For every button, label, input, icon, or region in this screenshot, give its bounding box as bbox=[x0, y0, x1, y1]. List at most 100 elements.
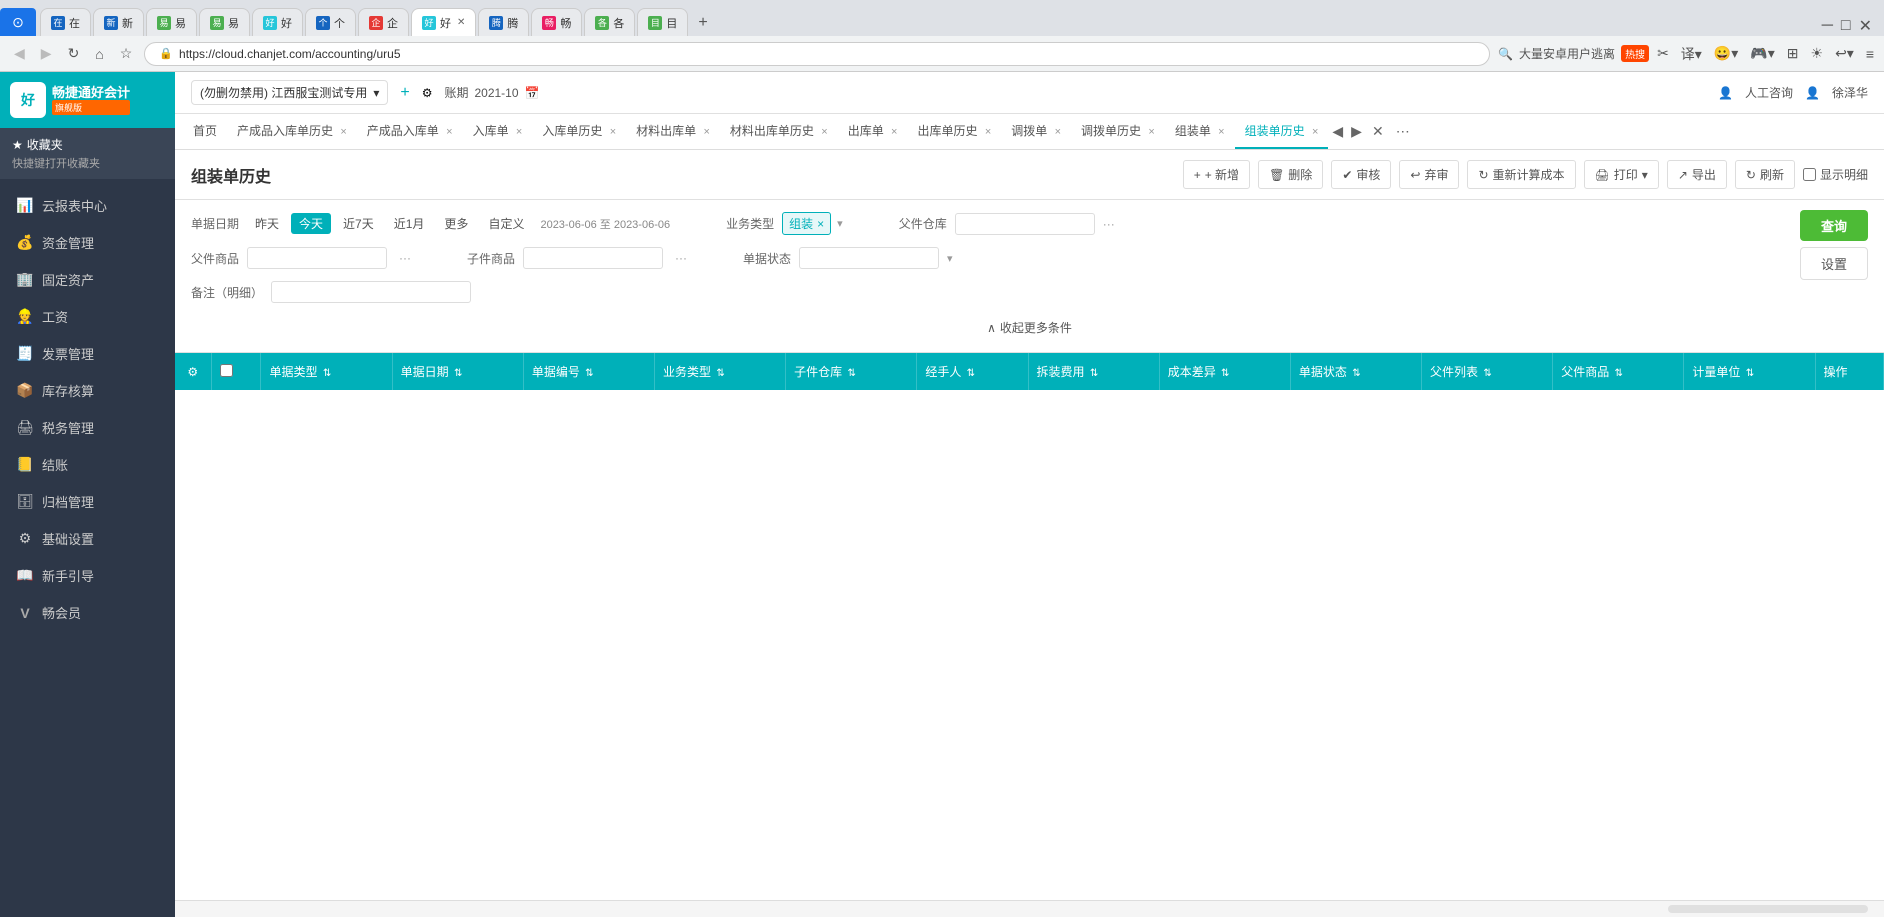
abandon-button[interactable]: ↩ 弃审 bbox=[1399, 160, 1459, 189]
display-detail-checkbox[interactable] bbox=[1803, 168, 1816, 181]
url-box[interactable]: 🔒 https://cloud.chanjet.com/accounting/u… bbox=[144, 42, 1490, 66]
sidebar-item-inventory[interactable]: 📦 库存核算 bbox=[0, 372, 175, 409]
delete-button[interactable]: 🗑 删除 bbox=[1258, 160, 1323, 189]
query-button[interactable]: 查询 bbox=[1800, 210, 1868, 241]
tab-close[interactable]: × bbox=[821, 126, 827, 138]
bill-status-dropdown[interactable]: ▾ bbox=[947, 252, 953, 265]
tab-scroll-right[interactable]: ▶ bbox=[1347, 123, 1366, 140]
tab-10[interactable]: 畅 畅 bbox=[531, 8, 582, 36]
col-unit[interactable]: 计量单位 ⇅ bbox=[1684, 353, 1815, 390]
col-disassembly-fee[interactable]: 拆装费用 ⇅ bbox=[1028, 353, 1159, 390]
tab-close-all[interactable]: ✕ bbox=[1366, 123, 1390, 140]
tab-scroll-left[interactable]: ◀ bbox=[1328, 123, 1347, 140]
select-all-checkbox[interactable] bbox=[220, 364, 233, 377]
menu-icon[interactable]: ≡ bbox=[1866, 46, 1874, 62]
sidebar-item-settings[interactable]: ⚙ 基础设置 bbox=[0, 520, 175, 557]
tab-5[interactable]: 好 好 bbox=[252, 8, 303, 36]
col-cost-diff[interactable]: 成本差异 ⇅ bbox=[1159, 353, 1290, 390]
tab-close[interactable]: × bbox=[1218, 126, 1224, 138]
1month-btn[interactable]: 近1月 bbox=[386, 213, 433, 234]
tab-11[interactable]: 各 各 bbox=[584, 8, 635, 36]
remark-input[interactable] bbox=[271, 281, 471, 303]
col-checkbox[interactable] bbox=[211, 353, 261, 390]
close-window-button[interactable]: ✕ bbox=[1859, 16, 1872, 36]
tab-produce-in[interactable]: 产成品入库单 × bbox=[357, 114, 463, 149]
maximize-button[interactable]: □ bbox=[1841, 17, 1851, 35]
parent-warehouse-more-icon[interactable]: ··· bbox=[1103, 217, 1115, 231]
tab-close[interactable]: × bbox=[610, 126, 616, 138]
tab-close[interactable]: × bbox=[891, 126, 897, 138]
tab-close-8[interactable]: ✕ bbox=[457, 17, 465, 28]
emoji-icon[interactable]: 😀▾ bbox=[1714, 45, 1738, 62]
col-parent-product[interactable]: 父件商品 ⇅ bbox=[1553, 353, 1684, 390]
tab-material-out-history[interactable]: 材料出库单历史 × bbox=[720, 114, 838, 149]
tab-12[interactable]: 目 目 bbox=[637, 8, 688, 36]
company-selector[interactable]: (勿删勿禁用) 江西服宝测试专用 ▾ bbox=[191, 80, 388, 105]
grid-icon[interactable]: ⊞ bbox=[1787, 45, 1799, 62]
col-bill-date[interactable]: 单据日期 ⇅ bbox=[392, 353, 523, 390]
print-button[interactable]: 🖨 打印 ▾ bbox=[1584, 160, 1659, 189]
tab-out-history[interactable]: 出库单历史 × bbox=[907, 114, 1001, 149]
col-parent-list[interactable]: 父件列表 ⇅ bbox=[1422, 353, 1553, 390]
custom-btn[interactable]: 自定义 bbox=[480, 213, 532, 234]
game-icon[interactable]: 🎮▾ bbox=[1750, 45, 1774, 62]
tab-close[interactable]: × bbox=[446, 126, 452, 138]
refresh-page-button[interactable]: ↻ 刷新 bbox=[1735, 160, 1795, 189]
child-product-input[interactable] bbox=[523, 247, 663, 269]
tab-assembly[interactable]: 组装单 × bbox=[1165, 114, 1235, 149]
new-button[interactable]: + + 新增 bbox=[1183, 160, 1250, 189]
calendar-icon[interactable]: 📅 bbox=[525, 86, 540, 100]
filter-settings-button[interactable]: 设置 bbox=[1800, 247, 1868, 280]
home-button[interactable]: ⌂ bbox=[91, 44, 107, 64]
tab-close[interactable]: × bbox=[1055, 126, 1061, 138]
add-company-button[interactable]: + bbox=[400, 84, 409, 102]
parent-product-dots[interactable]: ··· bbox=[399, 251, 411, 265]
tab-7[interactable]: 企 企 bbox=[358, 8, 409, 36]
tab-in-history[interactable]: 入库单历史 × bbox=[532, 114, 626, 149]
col-bill-type[interactable]: 单据类型 ⇅ bbox=[261, 353, 392, 390]
sidebar-item-tax[interactable]: 🖨 税务管理 bbox=[0, 409, 175, 446]
7days-btn[interactable]: 近7天 bbox=[335, 213, 382, 234]
col-bill-no[interactable]: 单据编号 ⇅ bbox=[523, 353, 654, 390]
sidebar-item-assets[interactable]: 🏢 固定资产 bbox=[0, 261, 175, 298]
support-label[interactable]: 人工咨询 bbox=[1745, 84, 1793, 101]
tab-material-out[interactable]: 材料出库单 × bbox=[626, 114, 720, 149]
recalc-button[interactable]: ↻ 重新计算成本 bbox=[1467, 160, 1575, 189]
minimize-button[interactable]: ─ bbox=[1822, 17, 1833, 35]
export-button[interactable]: ↗ 导出 bbox=[1667, 160, 1727, 189]
refresh-button[interactable]: ↻ bbox=[64, 43, 84, 64]
tab-settings[interactable]: ⋯ bbox=[1390, 123, 1416, 140]
sidebar-item-reports[interactable]: 📊 云报表中心 bbox=[0, 187, 175, 224]
tab-assembly-history[interactable]: 组装单历史 × bbox=[1235, 114, 1329, 149]
tab-in-order[interactable]: 入库单 × bbox=[463, 114, 533, 149]
tab-4[interactable]: 易 易 bbox=[199, 8, 250, 36]
sidebar-item-invoice[interactable]: 🧾 发票管理 bbox=[0, 335, 175, 372]
parent-warehouse-input[interactable] bbox=[955, 213, 1095, 235]
col-handler[interactable]: 经手人 ⇅ bbox=[917, 353, 1028, 390]
sidebar-item-member[interactable]: V 畅会员 bbox=[0, 594, 175, 631]
cut-icon[interactable]: ✂ bbox=[1657, 45, 1669, 62]
bill-status-input[interactable] bbox=[799, 247, 939, 269]
tab-close[interactable]: × bbox=[516, 126, 522, 138]
yesterday-btn[interactable]: 昨天 bbox=[247, 213, 287, 234]
tab-close[interactable]: × bbox=[985, 126, 991, 138]
sidebar-item-guide[interactable]: 📖 新手引导 bbox=[0, 557, 175, 594]
today-btn[interactable]: 今天 bbox=[291, 213, 331, 234]
undo-icon[interactable]: ↩▾ bbox=[1835, 45, 1854, 62]
tab-produce-in-history[interactable]: 产成品入库单历史 × bbox=[227, 114, 357, 149]
tab-close[interactable]: × bbox=[703, 126, 709, 138]
translate-icon[interactable]: 译▾ bbox=[1681, 44, 1702, 64]
sidebar-item-salary[interactable]: 👷 工资 bbox=[0, 298, 175, 335]
company-settings-icon[interactable]: ⚙ bbox=[422, 86, 433, 100]
audit-button[interactable]: ✔ 审核 bbox=[1331, 160, 1391, 189]
more-btn[interactable]: 更多 bbox=[436, 213, 476, 234]
forward-button[interactable]: ▶ bbox=[37, 43, 56, 64]
sun-icon[interactable]: ☀ bbox=[1811, 45, 1824, 62]
new-tab-button[interactable]: + bbox=[690, 10, 715, 36]
bookmark-button[interactable]: ☆ bbox=[116, 43, 137, 64]
horizontal-scrollbar[interactable] bbox=[1668, 905, 1868, 913]
tab-3[interactable]: 易 易 bbox=[146, 8, 197, 36]
user-name[interactable]: 徐泽华 bbox=[1832, 84, 1868, 101]
sidebar-item-archive[interactable]: 🗄 归档管理 bbox=[0, 483, 175, 520]
sidebar-item-checkout[interactable]: 📒 结账 bbox=[0, 446, 175, 483]
